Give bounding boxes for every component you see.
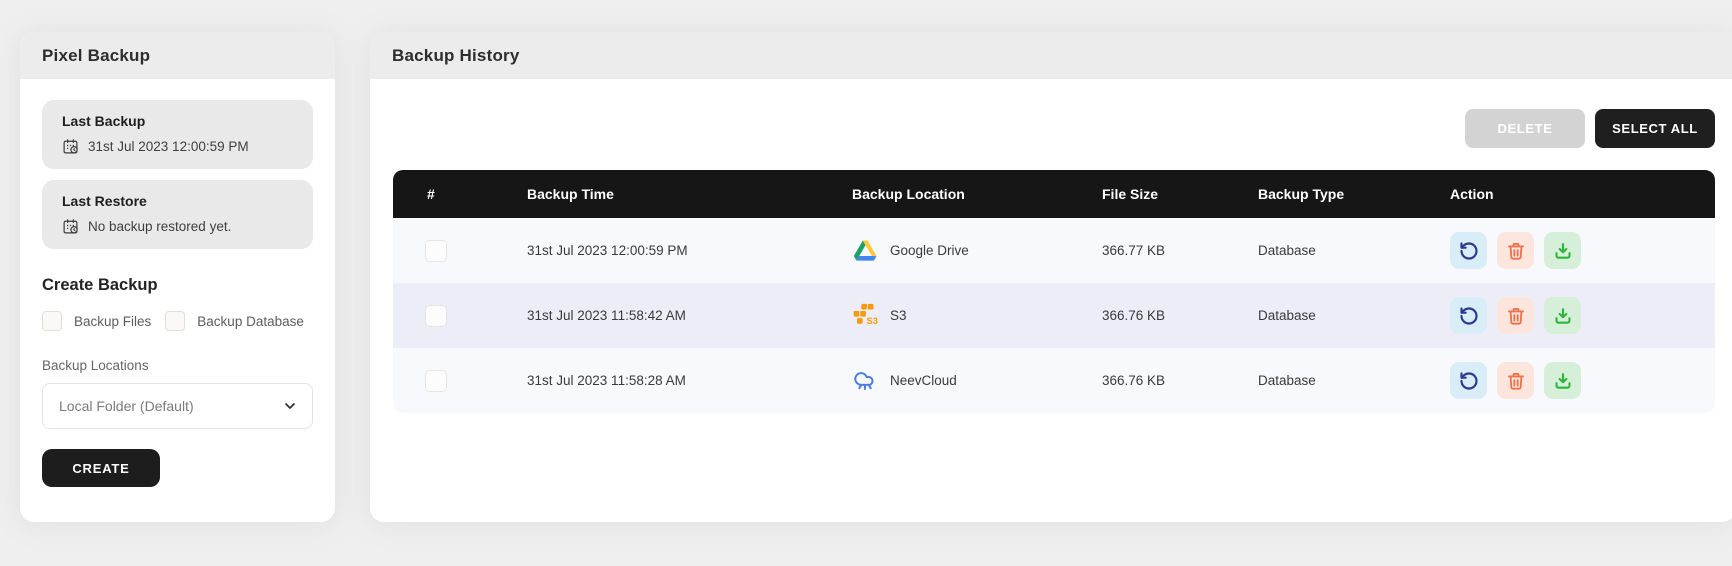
column-header-action: Action [1450, 186, 1494, 202]
restore-icon [1459, 371, 1478, 390]
delete-row-button[interactable] [1497, 362, 1534, 399]
main-header: Backup History [370, 32, 1732, 79]
aws-s3-icon: S3 [853, 303, 878, 326]
backup-database-label: Backup Database [197, 313, 304, 329]
backup-files-checkbox[interactable] [42, 311, 62, 331]
file-size-cell: 366.76 KB [1102, 308, 1166, 323]
backup-time-cell: 31st Jul 2023 11:58:42 AM [527, 308, 686, 323]
backup-locations-label: Backup Locations [42, 358, 149, 373]
backup-type-cell: Database [1258, 373, 1316, 388]
svg-text:S3: S3 [867, 316, 878, 326]
chevron-down-icon [285, 403, 295, 409]
backup-location-cell: NeevCloud [852, 348, 957, 413]
google-drive-icon [853, 239, 877, 261]
download-button[interactable] [1544, 362, 1581, 399]
row-checkbox[interactable] [425, 239, 447, 262]
backup-location-cell: Google Drive [852, 218, 969, 283]
restore-icon [1459, 306, 1478, 325]
action-cell [1450, 348, 1581, 413]
backup-files-label: Backup Files [74, 313, 152, 329]
row-checkbox[interactable] [425, 369, 447, 392]
neevcloud-icon [854, 371, 874, 390]
pixel-backup-panel: Pixel Backup Last Backup 31st Jul 2023 1… [20, 32, 335, 522]
delete-row-button[interactable] [1497, 297, 1534, 334]
create-backup-heading: Create Backup [42, 276, 158, 294]
backup-time-cell: 31st Jul 2023 12:00:59 PM [527, 243, 688, 258]
backup-location-name: NeevCloud [890, 373, 957, 388]
column-header-size: File Size [1102, 186, 1159, 202]
last-restore-value-row: No backup restored yet. [62, 218, 293, 235]
delete-button[interactable]: DELETE [1465, 109, 1585, 148]
column-header-location: Backup Location [852, 186, 965, 202]
last-backup-time: 31st Jul 2023 12:00:59 PM [88, 139, 249, 154]
delete-row-button[interactable] [1497, 232, 1534, 269]
download-button[interactable] [1544, 297, 1581, 334]
file-size-cell: 366.76 KB [1102, 373, 1166, 388]
table-row: 31st Jul 2023 11:58:42 AM S3 S3 366.76 K… [393, 283, 1715, 348]
trash-icon [1507, 242, 1524, 260]
restore-button[interactable] [1450, 297, 1487, 334]
calendar-clock-icon [63, 139, 78, 154]
select-all-button[interactable]: SELECT ALL [1595, 109, 1715, 148]
column-header-type: Backup Type [1258, 186, 1345, 202]
action-cell [1450, 218, 1581, 283]
sidebar-header: Pixel Backup [20, 32, 335, 79]
last-restore-label: Last Restore [62, 193, 147, 209]
trash-icon [1507, 307, 1524, 325]
sidebar-title: Pixel Backup [42, 45, 151, 65]
backup-time-cell: 31st Jul 2023 11:58:28 AM [527, 373, 686, 388]
restore-button[interactable] [1450, 362, 1487, 399]
backup-files-option[interactable]: Backup Files [42, 311, 151, 331]
column-header-time: Backup Time [527, 186, 614, 202]
backup-location-name: Google Drive [890, 243, 969, 258]
download-icon [1554, 307, 1571, 324]
trash-icon [1507, 372, 1524, 390]
last-backup-value-row: 31st Jul 2023 12:00:59 PM [62, 138, 293, 155]
download-icon [1554, 372, 1571, 389]
last-backup-label: Last Backup [62, 113, 146, 129]
table-row: 31st Jul 2023 11:58:28 AM NeevCloud 366.… [393, 348, 1715, 413]
row-checkbox[interactable] [425, 304, 447, 327]
backup-history-table: # Backup Time Backup Location File Size … [393, 170, 1715, 413]
column-header-number: # [427, 186, 435, 202]
backup-location-name: S3 [890, 308, 907, 323]
download-icon [1554, 242, 1571, 259]
download-button[interactable] [1544, 232, 1581, 269]
backup-location-selected-value: Local Folder (Default) [59, 398, 194, 414]
restore-icon [1459, 241, 1478, 260]
backup-location-cell: S3 S3 [852, 283, 907, 348]
backup-location-select[interactable]: Local Folder (Default) [42, 383, 313, 429]
calendar-clock-icon [63, 219, 78, 234]
main-title: Backup History [392, 45, 520, 65]
backup-history-panel: Backup History DELETE SELECT ALL # Backu… [370, 32, 1732, 522]
sidebar-body: Last Backup 31st Jul 2023 12:00:59 PM La… [20, 79, 335, 487]
restore-button[interactable] [1450, 232, 1487, 269]
last-restore-status: No backup restored yet. [88, 219, 232, 234]
table-header-row: # Backup Time Backup Location File Size … [393, 170, 1715, 218]
table-row: 31st Jul 2023 12:00:59 PM Google Drive 3… [393, 218, 1715, 283]
backup-database-checkbox[interactable] [165, 311, 186, 331]
create-button[interactable]: CREATE [42, 449, 160, 487]
backup-database-option[interactable]: Backup Database [165, 311, 304, 331]
action-cell [1450, 283, 1581, 348]
last-restore-card: Last Restore No backup restored yet. [42, 180, 313, 249]
file-size-cell: 366.77 KB [1102, 243, 1166, 258]
backup-options-row: Backup Files Backup Database [42, 311, 313, 331]
backup-type-cell: Database [1258, 308, 1316, 323]
last-backup-card: Last Backup 31st Jul 2023 12:00:59 PM [42, 100, 313, 169]
backup-type-cell: Database [1258, 243, 1316, 258]
